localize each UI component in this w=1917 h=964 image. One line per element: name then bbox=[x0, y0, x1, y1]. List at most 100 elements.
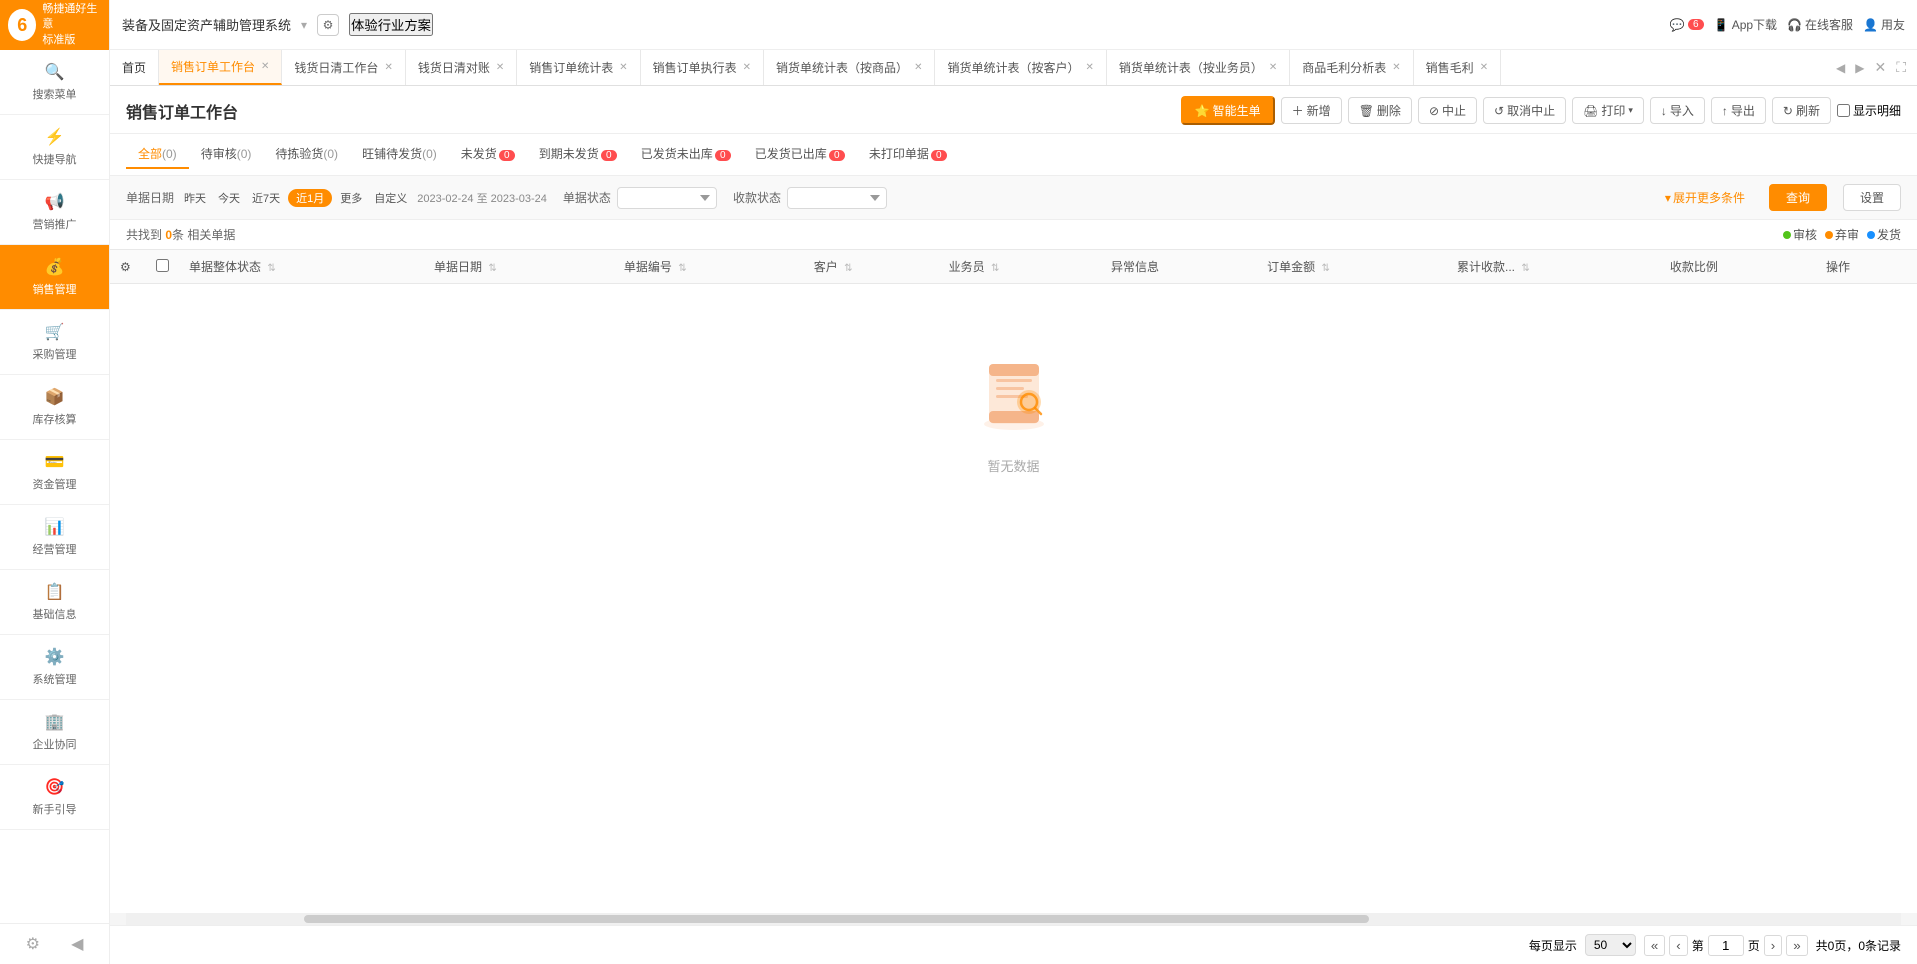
delete-btn[interactable]: 🗑 删除 bbox=[1348, 97, 1412, 124]
tab-close-sales-revenue[interactable]: ✕ bbox=[1480, 62, 1488, 73]
sidebar-item-system[interactable]: ⚙️系统管理 bbox=[0, 635, 109, 700]
sidebar-item-search[interactable]: 🔍搜索菜单 bbox=[0, 50, 109, 115]
import-btn[interactable]: ↓ 导入 bbox=[1650, 97, 1705, 124]
tab-sales-stat-customer[interactable]: 销货单统计表（按客户）✕ bbox=[935, 50, 1106, 85]
sidebar-item-purchase[interactable]: 🛒采购管理 bbox=[0, 310, 109, 375]
horizontal-scrollbar[interactable] bbox=[126, 913, 1901, 925]
tab-home[interactable]: 首页 bbox=[110, 50, 159, 85]
tab-close-cash-daily[interactable]: ✕ bbox=[384, 62, 392, 73]
show-detail-checkbox[interactable] bbox=[1837, 104, 1850, 117]
next-page-btn[interactable]: › bbox=[1764, 935, 1782, 956]
filter-tab-wangpu-pending[interactable]: 旺铺待发货(0) bbox=[350, 140, 449, 169]
filter-tab-pending-inspect[interactable]: 待拣验货(0) bbox=[263, 140, 350, 169]
sidebar-item-guide[interactable]: 🎯新手引导 bbox=[0, 765, 109, 830]
sort-date-icon[interactable]: ⇅ bbox=[488, 263, 496, 274]
stop-btn[interactable]: ⊘ 中止 bbox=[1418, 97, 1477, 124]
tab-sales-order-stat[interactable]: 销售订单统计表✕ bbox=[517, 50, 640, 85]
collapse-icon[interactable]: ◀ bbox=[71, 934, 83, 954]
tab-close-sales-stat-customer[interactable]: ✕ bbox=[1085, 62, 1093, 73]
sidebar-item-marketing[interactable]: 📢营销推广 bbox=[0, 180, 109, 245]
add-btn[interactable]: ＋ 新增 bbox=[1281, 97, 1342, 124]
dropdown-arrow-icon[interactable]: ▾ bbox=[301, 18, 307, 32]
sidebar-item-quick-nav[interactable]: ⚡快捷导航 bbox=[0, 115, 109, 180]
search-btn[interactable]: 查询 bbox=[1769, 184, 1827, 211]
export-btn[interactable]: ↑ 导出 bbox=[1711, 97, 1766, 124]
settings-icon[interactable]: ⚙ bbox=[26, 934, 40, 954]
table-scroll[interactable]: ⚙ 单据整体状态 ⇅ 单据日期 ⇅ bbox=[110, 249, 1917, 913]
tab-sales-stat-product[interactable]: 销货单统计表（按商品）✕ bbox=[764, 50, 935, 85]
show-detail-label[interactable]: 显示明细 bbox=[1837, 102, 1901, 119]
tab-scroll-left-icon[interactable]: ◀ bbox=[1833, 61, 1848, 75]
status-select[interactable] bbox=[617, 187, 717, 209]
column-settings-icon[interactable]: ⚙ bbox=[120, 260, 131, 274]
cancel-review-action-btn[interactable]: 弃审 bbox=[1825, 226, 1859, 243]
user-menu-btn[interactable]: 👤 用友 bbox=[1863, 16, 1905, 33]
tab-close-sales-order-workbench[interactable]: ✕ bbox=[261, 61, 269, 72]
tab-sales-order-workbench[interactable]: 销售订单工作台✕ bbox=[159, 50, 282, 85]
ship-dot bbox=[1867, 231, 1875, 239]
date-7days[interactable]: 近7天 bbox=[248, 189, 284, 207]
page-input[interactable] bbox=[1708, 935, 1744, 956]
sort-no-icon[interactable]: ⇅ bbox=[678, 263, 686, 274]
filter-tab-all[interactable]: 全部(0) bbox=[126, 140, 189, 169]
tab-cash-daily[interactable]: 钱货日清工作台✕ bbox=[282, 50, 405, 85]
tab-close-cash-reconcile[interactable]: ✕ bbox=[496, 62, 504, 73]
last-page-btn[interactable]: » bbox=[1786, 935, 1807, 956]
expand-conditions-btn[interactable]: ▾ 展开更多条件 bbox=[1665, 189, 1745, 206]
sort-customer-icon[interactable]: ⇅ bbox=[844, 263, 852, 274]
tab-close-product-margin[interactable]: ✕ bbox=[1392, 62, 1400, 73]
cancel-stop-btn[interactable]: ↺ 取消中止 bbox=[1483, 97, 1566, 124]
tab-close-sales-stat-salesman[interactable]: ✕ bbox=[1269, 62, 1277, 73]
date-1month[interactable]: 近1月 bbox=[288, 189, 332, 207]
filter-tab-pending-review[interactable]: 待审核(0) bbox=[189, 140, 264, 169]
date-yesterday[interactable]: 昨天 bbox=[180, 189, 210, 207]
filter-tab-expired-not-shipped[interactable]: 到期未发货0 bbox=[527, 140, 629, 169]
sidebar-item-basic-info[interactable]: 📋基础信息 bbox=[0, 570, 109, 635]
scrollbar-thumb[interactable] bbox=[304, 915, 1369, 923]
filter-tab-not-shipped[interactable]: 未发货0 bbox=[449, 140, 527, 169]
date-today[interactable]: 今天 bbox=[214, 189, 244, 207]
filter-tab-shipped-out[interactable]: 已发货已出库0 bbox=[743, 140, 857, 169]
sidebar-item-sales[interactable]: 💰销售管理 bbox=[0, 245, 109, 310]
filter-tab-not-printed[interactable]: 未打印单据0 bbox=[857, 140, 959, 169]
online-service-btn[interactable]: 🎧 在线客服 bbox=[1787, 16, 1853, 33]
tab-close-sales-order-exec[interactable]: ✕ bbox=[743, 62, 751, 73]
filter-tab-shipped-not-out[interactable]: 已发货未出库0 bbox=[629, 140, 743, 169]
filter-tab-label-shipped-not-out: 已发货未出库 bbox=[641, 147, 713, 161]
tab-cash-reconcile[interactable]: 钱货日清对账✕ bbox=[406, 50, 517, 85]
industry-btn[interactable]: 体验行业方案 bbox=[349, 13, 433, 36]
tab-maximize-icon[interactable]: ⛶ bbox=[1893, 59, 1909, 76]
sidebar-item-inventory[interactable]: 📦库存核算 bbox=[0, 375, 109, 440]
refresh-btn[interactable]: ↻ 刷新 bbox=[1772, 97, 1831, 124]
payment-select[interactable] bbox=[787, 187, 887, 209]
sidebar-item-operations[interactable]: 📊经营管理 bbox=[0, 505, 109, 570]
sort-status-icon[interactable]: ⇅ bbox=[267, 263, 275, 274]
page-size-select[interactable]: 10 20 50 100 bbox=[1585, 934, 1636, 956]
tab-product-margin[interactable]: 商品毛利分析表✕ bbox=[1290, 50, 1413, 85]
ai-create-btn[interactable]: ⭐ 智能生单 bbox=[1181, 96, 1275, 125]
review-action-btn[interactable]: 审核 bbox=[1783, 226, 1817, 243]
message-icon-wrapper[interactable]: 💬 6 bbox=[1670, 18, 1704, 32]
tab-sales-revenue[interactable]: 销售毛利✕ bbox=[1414, 50, 1501, 85]
first-page-btn[interactable]: « bbox=[1644, 935, 1665, 956]
tab-close-all-icon[interactable]: ✕ bbox=[1871, 59, 1889, 76]
tab-close-sales-stat-product[interactable]: ✕ bbox=[914, 62, 922, 73]
sort-collected-icon[interactable]: ⇅ bbox=[1521, 263, 1529, 274]
sidebar-item-enterprise[interactable]: 🏢企业协同 bbox=[0, 700, 109, 765]
ship-action-btn[interactable]: 发货 bbox=[1867, 226, 1901, 243]
tab-sales-order-exec[interactable]: 销售订单执行表✕ bbox=[641, 50, 764, 85]
prev-page-btn[interactable]: ‹ bbox=[1669, 935, 1687, 956]
tab-scroll-right-icon[interactable]: ▶ bbox=[1852, 61, 1867, 75]
topbar-settings-icon[interactable]: ⚙ bbox=[317, 14, 339, 36]
settings-filter-btn[interactable]: 设置 bbox=[1843, 184, 1901, 211]
sidebar-item-finance[interactable]: 💳资金管理 bbox=[0, 440, 109, 505]
app-download-btn[interactable]: 📱 App下载 bbox=[1714, 16, 1777, 33]
date-more[interactable]: 更多 bbox=[336, 189, 366, 207]
date-custom[interactable]: 自定义 bbox=[370, 189, 411, 207]
tab-close-sales-order-stat[interactable]: ✕ bbox=[619, 62, 627, 73]
print-btn[interactable]: 🖨 打印 ▾ bbox=[1572, 97, 1644, 124]
sort-amount-icon[interactable]: ⇅ bbox=[1321, 263, 1329, 274]
select-all-checkbox[interactable] bbox=[156, 259, 169, 272]
sort-salesman-icon[interactable]: ⇅ bbox=[991, 263, 999, 274]
tab-sales-stat-salesman[interactable]: 销货单统计表（按业务员）✕ bbox=[1107, 50, 1290, 85]
